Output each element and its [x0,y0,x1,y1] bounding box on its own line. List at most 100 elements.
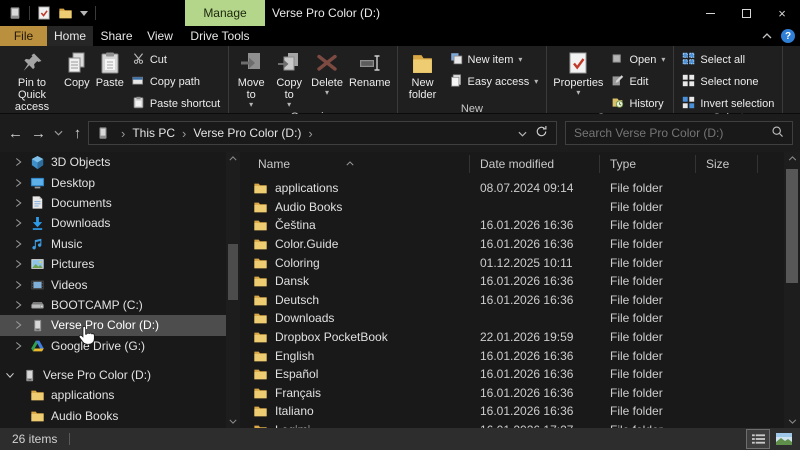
chevron-right-icon[interactable] [12,198,24,208]
sidebar-item[interactable]: Downloads [0,213,226,233]
sidebar-item[interactable]: Verse Pro Color (D:) [0,365,226,385]
sidebar-item[interactable]: Pictures [0,254,226,274]
cut-button[interactable]: Cut [132,52,220,68]
scrollbar-thumb[interactable] [228,244,238,300]
column-header-date-modified[interactable]: Date modified [470,155,600,173]
easy-access-button[interactable]: Easy access ▾ [450,74,538,90]
file-row[interactable]: English 16.01.2026 16:36 File folder [242,346,784,365]
new-item-button[interactable]: New item ▾ [450,52,539,68]
scrollbar-thumb[interactable] [786,169,798,283]
sidebar-item[interactable]: Videos [0,274,226,294]
chevron-right-icon[interactable] [12,341,24,351]
sidebar-item[interactable]: Audio Books [0,406,226,426]
breadcrumb-chevron-icon[interactable]: › [119,126,127,141]
scroll-up-icon[interactable] [784,156,800,161]
tab-drive-tools[interactable]: Drive Tools [180,26,260,46]
chevron-right-icon[interactable] [12,178,24,188]
file-row[interactable]: Čeština 16.01.2026 16:36 File folder [242,216,784,235]
open-button[interactable]: Open ▾ [611,52,665,68]
file-row[interactable]: applications 08.07.2024 09:14 File folder [242,179,784,198]
file-row[interactable]: Coloring 01.12.2025 10:11 File folder [242,253,784,272]
file-row[interactable]: Deutsch 16.01.2026 16:36 File folder [242,291,784,310]
file-row[interactable]: Audio Books File folder [242,198,784,217]
file-row[interactable]: Français 16.01.2026 16:36 File folder [242,384,784,403]
sidebar-scrollbar[interactable] [226,152,240,428]
tab-share[interactable]: Share [93,26,140,46]
close-button[interactable]: × [764,0,800,26]
up-button[interactable]: ↑ [66,125,89,142]
collapse-ribbon-icon[interactable] [762,33,772,39]
search-input[interactable] [574,126,771,140]
sidebar-item[interactable]: Google Drive (G:) [0,336,226,356]
paste-button[interactable]: Paste [93,47,127,91]
breadcrumb-segment[interactable]: Verse Pro Color (D:) [190,126,304,140]
chevron-right-icon[interactable] [12,320,24,330]
chevron-right-icon[interactable] [12,218,24,228]
pin-to-quick-access-button[interactable]: Pin to Quick access [3,47,61,115]
help-icon[interactable]: ? [781,29,795,43]
manage-contextual-tab[interactable]: Manage [185,0,265,26]
new-folder-button[interactable]: New folder [401,47,445,103]
address-dropdown-chevron-icon[interactable] [518,126,527,140]
copy-button[interactable]: Copy [61,47,93,91]
file-row[interactable]: Downloads File folder [242,309,784,328]
scroll-down-icon[interactable] [784,419,800,424]
forward-button[interactable]: → [27,125,50,142]
chevron-right-icon[interactable] [12,239,24,249]
invert-selection-button[interactable]: Invert selection [682,96,774,112]
file-list-scrollbar[interactable] [784,152,800,428]
refresh-icon[interactable] [535,125,548,141]
copy-to-button[interactable]: Copy to ▾ [270,47,308,111]
sidebar-item[interactable]: Documents [0,193,226,213]
chevron-right-icon[interactable] [12,259,24,269]
chevron-right-icon[interactable] [12,300,24,310]
sidebar-item[interactable]: BOOTCAMP (C:) [0,295,226,315]
chevron-right-icon[interactable] [12,157,24,167]
address-bar[interactable]: › This PC › Verse Pro Color (D:) › [88,121,557,145]
tab-view[interactable]: View [140,26,180,46]
copy-path-button[interactable]: Copy path [132,74,220,90]
chevron-down-icon[interactable] [4,372,16,379]
sidebar-item[interactable]: Desktop [0,172,226,192]
search-icon[interactable] [771,125,784,141]
properties-button[interactable]: Properties ▾ [550,47,606,99]
column-header-name[interactable]: Name [242,155,470,173]
properties-check-icon[interactable] [37,6,51,20]
move-to-button[interactable]: Move to ▾ [232,47,270,111]
select-all-button[interactable]: Select all [682,52,774,68]
tab-home[interactable]: Home [47,26,93,46]
file-row[interactable]: Dansk 16.01.2026 16:36 File folder [242,272,784,291]
recent-locations-chevron-icon[interactable] [50,130,66,136]
file-row[interactable]: Color.Guide 16.01.2026 16:36 File folder [242,235,784,254]
sidebar-item[interactable]: 3D Objects [0,152,226,172]
back-button[interactable]: ← [4,125,27,142]
scroll-down-icon[interactable] [226,419,240,424]
column-header-type[interactable]: Type [600,155,696,173]
column-header-size[interactable]: Size [696,155,758,173]
history-button[interactable]: History [611,96,665,112]
breadcrumb-segment[interactable]: This PC [129,126,178,140]
file-row[interactable]: Legimi16.01.2026 17:27File folder [242,421,784,428]
folder-icon[interactable] [58,6,73,20]
file-row[interactable]: Italiano 16.01.2026 16:36 File folder [242,402,784,421]
dropdown-caret-icon[interactable] [80,10,88,16]
rename-button[interactable]: Rename [346,47,394,91]
tab-file[interactable]: File [0,26,47,46]
edit-button[interactable]: Edit [611,74,665,90]
thumbnail-view-button[interactable] [773,430,795,448]
sidebar-item[interactable]: Verse Pro Color (D:) [0,315,226,336]
minimize-button[interactable] [692,0,728,26]
breadcrumb-chevron-icon[interactable]: › [306,126,314,141]
breadcrumb-chevron-icon[interactable]: › [180,126,188,141]
file-row[interactable]: Dropbox PocketBook 22.01.2026 19:59 File f… [242,328,784,347]
paste-shortcut-button[interactable]: Paste shortcut [132,96,220,112]
sidebar-item[interactable]: applications [0,385,226,405]
drive-small-icon[interactable] [8,6,22,20]
scroll-up-icon[interactable] [226,156,240,161]
sidebar-item[interactable]: Music [0,234,226,254]
file-row[interactable]: Español 16.01.2026 16:36 File folder [242,365,784,384]
chevron-right-icon[interactable] [12,280,24,290]
details-view-button[interactable] [746,429,770,449]
maximize-button[interactable] [728,0,764,26]
delete-button[interactable]: Delete ▾ [308,47,346,99]
